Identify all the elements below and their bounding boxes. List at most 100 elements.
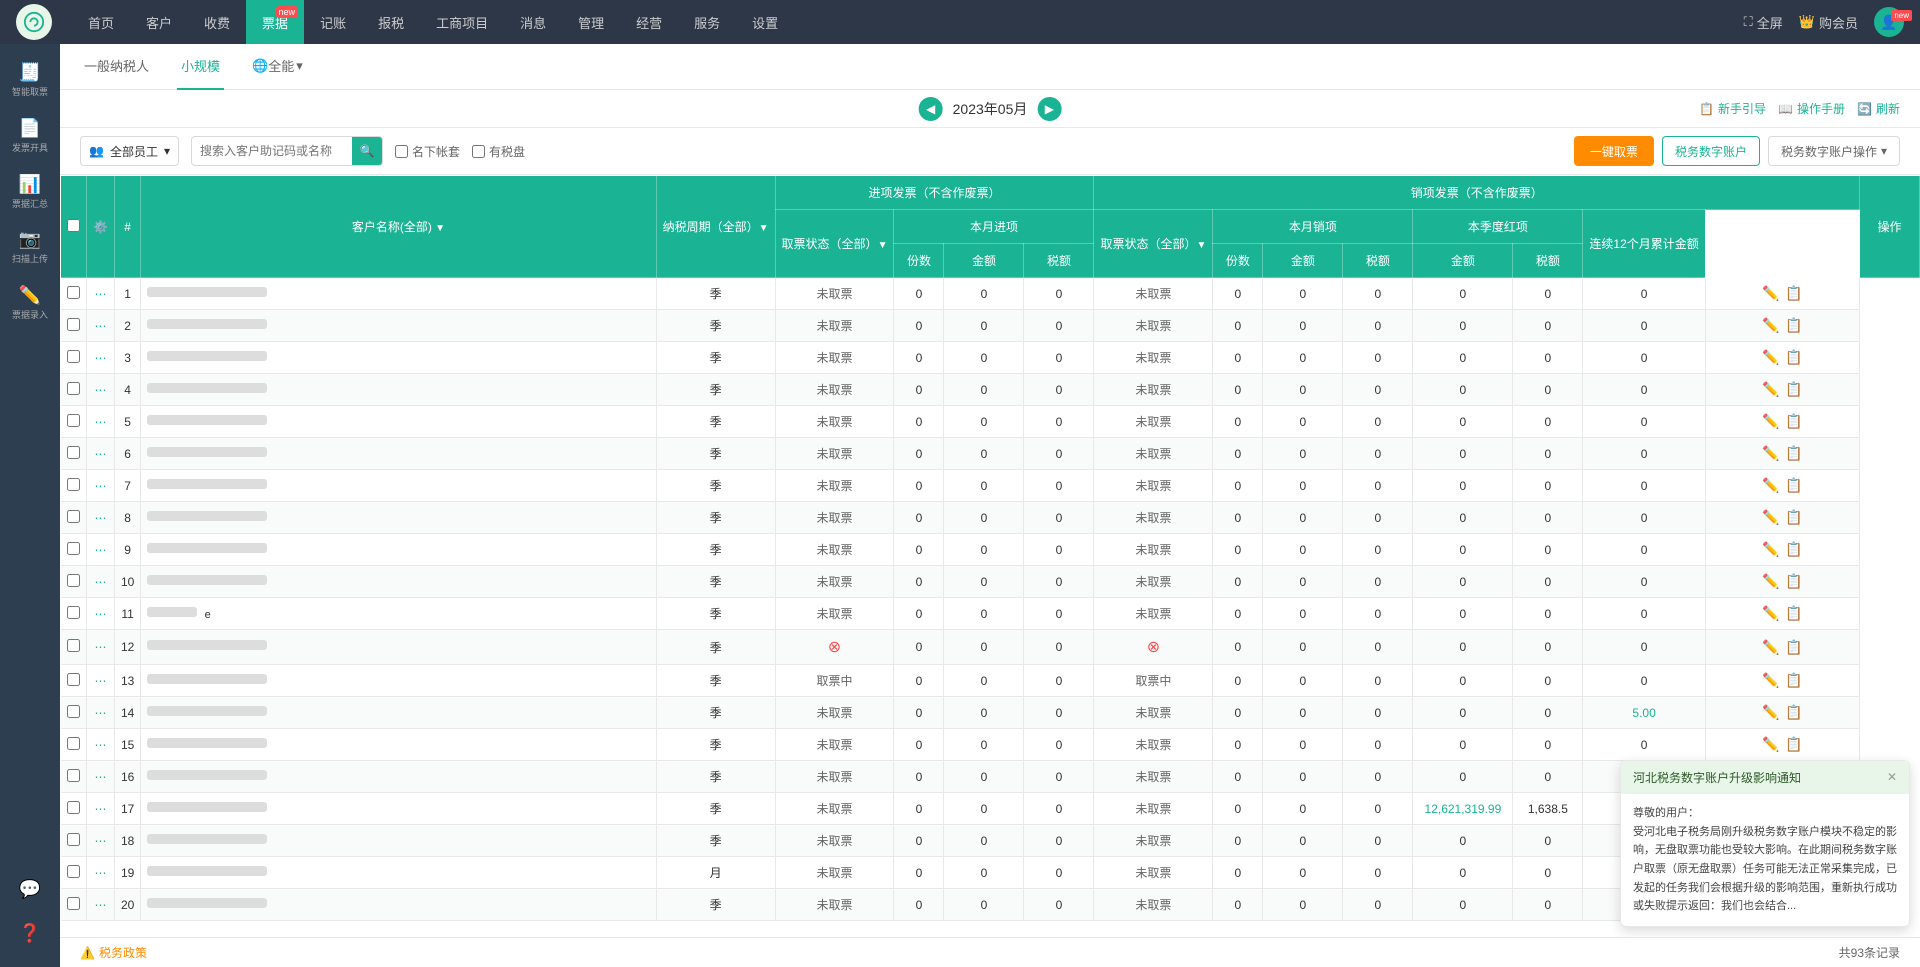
row-checkbox[interactable] (67, 737, 80, 750)
row-checkbox[interactable] (67, 446, 80, 459)
edit-icon[interactable]: ✏️ (1762, 445, 1779, 462)
row-action-icon[interactable]: ⋯ (94, 543, 106, 557)
nav-service[interactable]: 服务 (678, 0, 736, 44)
row-action-icon[interactable]: ⋯ (94, 287, 106, 301)
xiazhangshu-checkbox[interactable] (395, 145, 408, 158)
edit-icon[interactable]: ✏️ (1762, 704, 1779, 721)
row-action-icon[interactable]: ⋯ (94, 898, 106, 912)
prev-month-btn[interactable]: ◀ (919, 97, 943, 121)
subnav-small-scale[interactable]: 小规模 (177, 44, 224, 90)
select-all-checkbox[interactable] (67, 219, 80, 232)
edit-icon[interactable]: ✏️ (1762, 349, 1779, 366)
row-checkbox[interactable] (67, 510, 80, 523)
row-action-icon[interactable]: ⋯ (94, 383, 106, 397)
row-checkbox[interactable] (67, 897, 80, 910)
row-action-icon[interactable]: ⋯ (94, 802, 106, 816)
copy-icon[interactable]: 📋 (1785, 605, 1802, 622)
copy-icon[interactable]: 📋 (1785, 573, 1802, 590)
refresh-btn[interactable]: 🔄 刷新 (1857, 100, 1900, 117)
copy-icon[interactable]: 📋 (1785, 541, 1802, 558)
row-checkbox[interactable] (67, 574, 80, 587)
row-checkbox[interactable] (67, 542, 80, 555)
edit-icon[interactable]: ✏️ (1762, 509, 1779, 526)
edit-icon[interactable]: ✏️ (1762, 413, 1779, 430)
nav-billing[interactable]: 收费 (188, 0, 246, 44)
row-checkbox[interactable] (67, 705, 80, 718)
row-action-icon[interactable]: ⋯ (94, 415, 106, 429)
sidebar-item-invoice-summary[interactable]: 📊 票据汇总 (3, 166, 57, 218)
copy-icon[interactable]: 📋 (1785, 736, 1802, 753)
copy-icon[interactable]: 📋 (1785, 672, 1802, 689)
sidebar-item-invoice-open[interactable]: 📄 发票开具 (3, 110, 57, 162)
row-action-icon[interactable]: ⋯ (94, 607, 106, 621)
subnav-general-taxpayer[interactable]: 一般纳税人 (80, 44, 153, 90)
nav-client[interactable]: 客户 (130, 0, 188, 44)
youshuepan-checkbox[interactable] (472, 145, 485, 158)
nav-tax[interactable]: 报税 (362, 0, 420, 44)
edit-icon[interactable]: ✏️ (1762, 672, 1779, 689)
sidebar-item-scan-upload[interactable]: 📷 扫描上传 (3, 221, 57, 273)
edit-icon[interactable]: ✏️ (1762, 639, 1779, 656)
nav-home[interactable]: 首页 (72, 0, 130, 44)
row-checkbox[interactable] (67, 414, 80, 427)
row-checkbox[interactable] (67, 350, 80, 363)
row-checkbox[interactable] (67, 382, 80, 395)
employee-select[interactable]: 👥 全部员工 ▾ (80, 136, 179, 166)
sidebar-chat-icon[interactable]: 💬 (12, 871, 48, 907)
manual-link[interactable]: 📖 操作手册 (1778, 100, 1845, 117)
nav-operation[interactable]: 经营 (620, 0, 678, 44)
youshuepan-checkbox-label[interactable]: 有税盘 (472, 143, 525, 160)
row-action-icon[interactable]: ⋯ (94, 866, 106, 880)
copy-icon[interactable]: 📋 (1785, 285, 1802, 302)
row-checkbox[interactable] (67, 673, 80, 686)
row-action-icon[interactable]: ⋯ (94, 674, 106, 688)
nav-accounting[interactable]: 记账 (304, 0, 362, 44)
nav-commerce[interactable]: 工商项目 (420, 0, 504, 44)
row-checkbox[interactable] (67, 639, 80, 652)
row-action-icon[interactable]: ⋯ (94, 575, 106, 589)
search-input[interactable] (192, 144, 352, 158)
row-checkbox[interactable] (67, 833, 80, 846)
nav-manage[interactable]: 管理 (562, 0, 620, 44)
row-action-icon[interactable]: ⋯ (94, 351, 106, 365)
fullscreen-btn[interactable]: ⛶ 全屏 (1744, 13, 1783, 32)
row-checkbox[interactable] (67, 769, 80, 782)
nav-settings[interactable]: 设置 (736, 0, 794, 44)
sidebar-item-invoice-entry[interactable]: ✏️ 票据录入 (3, 277, 57, 329)
tax-policy-link[interactable]: ⚠️ 税务政策 (80, 944, 147, 961)
copy-icon[interactable]: 📋 (1785, 639, 1802, 656)
copy-icon[interactable]: 📋 (1785, 413, 1802, 430)
search-button[interactable]: 🔍 (352, 136, 382, 166)
row-action-icon[interactable]: ⋯ (94, 706, 106, 720)
sidebar-item-smart-ticket[interactable]: 🧾 智能取票 new (3, 54, 57, 106)
edit-icon[interactable]: ✏️ (1762, 285, 1779, 302)
nav-message[interactable]: 消息 (504, 0, 562, 44)
copy-icon[interactable]: 📋 (1785, 349, 1802, 366)
edit-icon[interactable]: ✏️ (1762, 317, 1779, 334)
row-action-icon[interactable]: ⋯ (94, 770, 106, 784)
row-action-icon[interactable]: ⋯ (94, 738, 106, 752)
row-action-icon[interactable]: ⋯ (94, 319, 106, 333)
copy-icon[interactable]: 📋 (1785, 509, 1802, 526)
edit-icon[interactable]: ✏️ (1762, 541, 1779, 558)
edit-icon[interactable]: ✏️ (1762, 573, 1779, 590)
new-guide-link[interactable]: 📋 新手引导 (1699, 100, 1766, 117)
digital-account-btn[interactable]: 税务数字账户 (1662, 136, 1760, 166)
sidebar-help-icon[interactable]: ❓ (12, 915, 48, 951)
nav-ticket[interactable]: 票据 new (246, 0, 304, 44)
notification-close-btn[interactable]: ✕ (1887, 770, 1897, 784)
row-action-icon[interactable]: ⋯ (94, 479, 106, 493)
row-checkbox[interactable] (67, 286, 80, 299)
next-month-btn[interactable]: ▶ (1037, 97, 1061, 121)
row-checkbox[interactable] (67, 318, 80, 331)
copy-icon[interactable]: 📋 (1785, 704, 1802, 721)
one-click-btn[interactable]: 一键取票 (1574, 136, 1654, 166)
subnav-all[interactable]: 🌐 全能 ▾ (248, 44, 307, 90)
edit-icon[interactable]: ✏️ (1762, 736, 1779, 753)
copy-icon[interactable]: 📋 (1785, 317, 1802, 334)
xiazhangshu-checkbox-label[interactable]: 名下帐套 (395, 143, 460, 160)
row-action-icon[interactable]: ⋯ (94, 834, 106, 848)
edit-icon[interactable]: ✏️ (1762, 605, 1779, 622)
edit-icon[interactable]: ✏️ (1762, 477, 1779, 494)
edit-icon[interactable]: ✏️ (1762, 381, 1779, 398)
